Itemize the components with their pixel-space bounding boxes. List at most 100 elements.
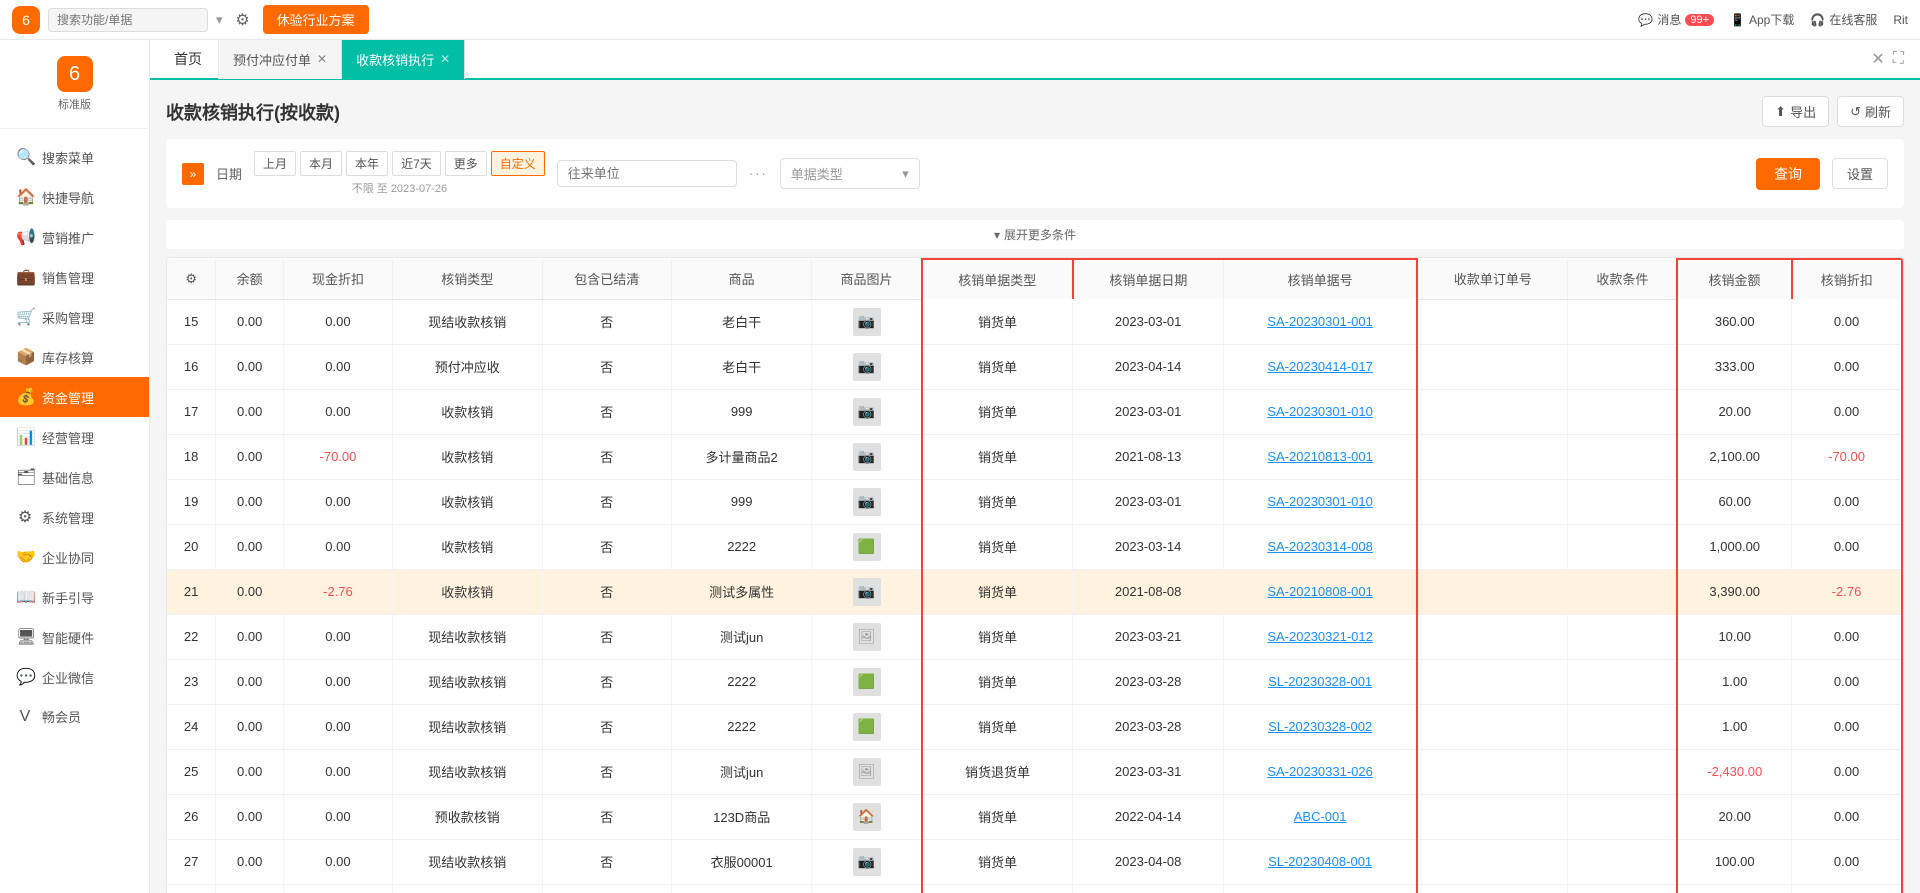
sidebar-item-sales[interactable]: 💼 销售管理	[0, 257, 149, 297]
table-header-row: ⚙ 余额 现金折扣 核销类型 包含已结清 商品 商品图片 核销单据类型 核销单据…	[167, 259, 1902, 299]
cell-bill-type: 销货单	[922, 659, 1073, 704]
cell-type: 现结收款核销	[392, 299, 542, 344]
cell-bill-no[interactable]: SA-20230314-008	[1223, 524, 1417, 569]
expand-more-bar[interactable]: ▾ 展开更多条件	[166, 220, 1904, 249]
sidebar-item-basic[interactable]: 🗂 基础信息	[0, 457, 149, 497]
tab-maximize-btn[interactable]: ⛶	[1893, 50, 1904, 68]
cell-bill-no[interactable]: SL-20230418-001	[1223, 884, 1417, 893]
cell-settled: 否	[542, 344, 671, 389]
export-button[interactable]: ⬆ 导出	[1762, 96, 1829, 127]
data-table: ⚙ 余额 现金折扣 核销类型 包含已结清 商品 商品图片 核销单据类型 核销单据…	[167, 258, 1903, 893]
cell-bill-no[interactable]: SL-20230328-002	[1223, 704, 1417, 749]
tab-home[interactable]: 首页	[158, 40, 219, 79]
tab-receipt[interactable]: 收款核销执行 ✕	[342, 40, 465, 79]
cell-bill-type: 销货单	[922, 479, 1073, 524]
tab-close-receipt[interactable]: ✕	[440, 52, 450, 66]
cell-amount: -2,430.00	[1677, 749, 1791, 794]
cell-discount: -70.00	[1792, 434, 1902, 479]
query-button[interactable]: 查询	[1756, 158, 1820, 190]
sidebar-item-marketing[interactable]: 📢 营销推广	[0, 217, 149, 257]
sidebar-item-member[interactable]: V 畅会员	[0, 697, 149, 736]
cell-bill-type: 销货单	[922, 794, 1073, 839]
table-row: 26 0.00 0.00 预收款核销 否 123D商品 🏠 销货单 2022-0…	[167, 794, 1902, 839]
cell-bill-no[interactable]: SA-20230331-026	[1223, 749, 1417, 794]
tab-close-prepay[interactable]: ✕	[317, 52, 327, 66]
tab-close-window-btn[interactable]: ✕	[1871, 49, 1884, 69]
cell-terms	[1568, 659, 1678, 704]
prev-month-btn[interactable]: 上月	[254, 151, 296, 176]
cell-id: 26	[167, 794, 216, 839]
solution-button[interactable]: 休验行业方案	[263, 5, 369, 34]
cell-bill-no[interactable]: SA-20210813-001	[1223, 434, 1417, 479]
cell-bill-no[interactable]: SL-20230408-001	[1223, 839, 1417, 884]
cell-bill-no[interactable]: SA-20230414-017	[1223, 344, 1417, 389]
cell-balance: 0.00	[216, 524, 284, 569]
cell-settled: 否	[542, 704, 671, 749]
tab-prepay[interactable]: 预付冲应付单 ✕	[219, 40, 342, 79]
message-button[interactable]: 💬 消息 99+	[1638, 11, 1714, 28]
setting-button[interactable]: 设置	[1832, 158, 1888, 189]
cell-bill-date: 2022-04-14	[1073, 794, 1224, 839]
online-service-button[interactable]: 🎧 在线客服	[1810, 11, 1877, 28]
table-row: 27 0.00 0.00 现结收款核销 否 衣服00001 📷 销货单 2023…	[167, 839, 1902, 884]
cell-bill-no[interactable]: SA-20210808-001	[1223, 569, 1417, 614]
headset-icon: 🎧	[1810, 13, 1825, 27]
cell-type: 现结收款核销	[392, 839, 542, 884]
sidebar-item-enterprise[interactable]: 🤝 企业协同	[0, 537, 149, 577]
cell-amount: 60.00	[1677, 479, 1791, 524]
cell-product-img: 🖼	[812, 749, 922, 794]
expand-more-text: 展开更多条件	[1004, 226, 1076, 243]
search-input[interactable]	[48, 8, 208, 32]
cell-bill-no[interactable]: SA-20230301-010	[1223, 479, 1417, 524]
more-date-btn[interactable]: 更多	[445, 151, 487, 176]
this-month-btn[interactable]: 本月	[300, 151, 342, 176]
this-year-btn[interactable]: 本年	[346, 151, 388, 176]
cell-bill-date: 2023-04-08	[1073, 839, 1224, 884]
single-type-select[interactable]: 单据类型 ▾	[780, 158, 920, 189]
gear-icon[interactable]: ⚙	[231, 8, 255, 32]
sidebar-item-hardware[interactable]: 🖥 智能硬件	[0, 617, 149, 657]
sidebar-item-guide[interactable]: 📖 新手引导	[0, 577, 149, 617]
cell-product: 123D商品	[671, 794, 812, 839]
cell-order-no	[1417, 299, 1568, 344]
filter-expand-btn[interactable]: »	[182, 163, 204, 185]
logo-icon: 6	[57, 56, 93, 92]
cell-id: 23	[167, 659, 216, 704]
chevron-down-icon: ▾	[994, 228, 1000, 242]
wechat-icon: 💬	[16, 667, 34, 687]
cell-bill-no[interactable]: ABC-001	[1223, 794, 1417, 839]
th-cash-discount: 现金折扣	[284, 259, 393, 299]
cell-discount: 0.00	[1792, 299, 1902, 344]
cell-discount: 0.00	[1792, 884, 1902, 893]
app-download-button[interactable]: 📱 App下载	[1730, 11, 1794, 28]
cell-bill-no[interactable]: SA-20230301-001	[1223, 299, 1417, 344]
cell-bill-no[interactable]: SL-20230328-001	[1223, 659, 1417, 704]
cell-bill-no[interactable]: SA-20230321-012	[1223, 614, 1417, 659]
cell-bill-type: 销货单	[922, 704, 1073, 749]
cell-order-no	[1417, 839, 1568, 884]
table-row: 18 0.00 -70.00 收款核销 否 多计量商品2 📷 销货单 2021-…	[167, 434, 1902, 479]
sidebar-item-purchase[interactable]: 🛒 采购管理	[0, 297, 149, 337]
last7-btn[interactable]: 近7天	[392, 151, 441, 176]
sidebar-item-quick[interactable]: 🏠 快捷导航	[0, 177, 149, 217]
sidebar-item-wechat[interactable]: 💬 企业微信	[0, 657, 149, 697]
cell-amount: 20.00	[1677, 389, 1791, 434]
cell-amount: 20.00	[1677, 794, 1791, 839]
sidebar-item-system[interactable]: ⚙ 系统管理	[0, 497, 149, 537]
table-row: 21 0.00 -2.76 收款核销 否 测试多属性 📷 销货单 2021-08…	[167, 569, 1902, 614]
cell-cash-discount: -2.76	[284, 569, 393, 614]
cell-settled: 否	[542, 884, 671, 893]
counterpart-input[interactable]	[557, 160, 737, 187]
sidebar-item-operation[interactable]: 📊 经营管理	[0, 417, 149, 457]
sidebar-item-inventory[interactable]: 📦 库存核算	[0, 337, 149, 377]
cell-bill-date: 2021-08-08	[1073, 569, 1224, 614]
refresh-button[interactable]: ↺ 刷新	[1837, 96, 1904, 127]
table-row: 15 0.00 0.00 现结收款核销 否 老白干 📷 销货单 2023-03-…	[167, 299, 1902, 344]
sidebar-item-search[interactable]: 🔍 搜索菜单	[0, 137, 149, 177]
user-info[interactable]: Rit	[1893, 13, 1908, 27]
sidebar-item-finance[interactable]: 💰 资金管理	[0, 377, 149, 417]
logo-text: 标准版	[58, 96, 91, 112]
product-thumbnail: 📷	[853, 578, 881, 606]
custom-date-btn[interactable]: 自定义	[491, 151, 545, 176]
cell-bill-no[interactable]: SA-20230301-010	[1223, 389, 1417, 434]
